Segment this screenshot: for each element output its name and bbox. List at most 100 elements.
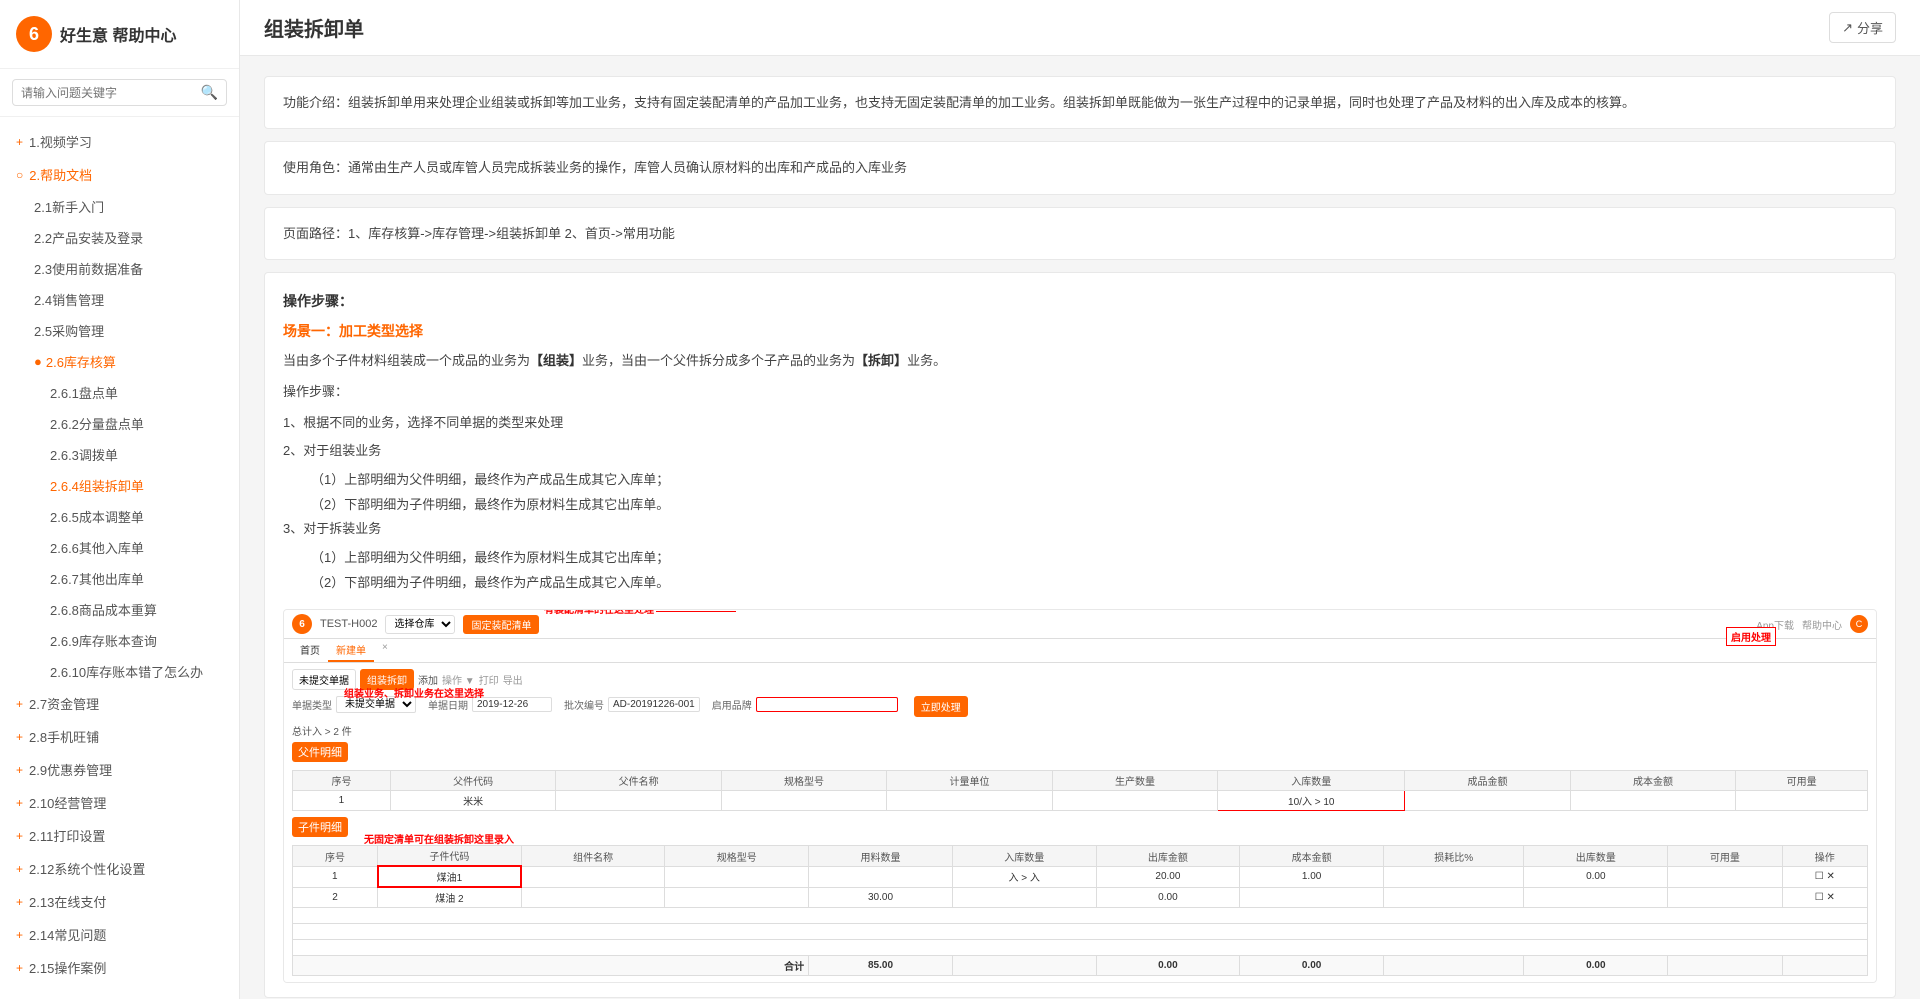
sidebar-item-docs-268[interactable]: 2.6.8商品成本重算	[0, 594, 239, 625]
sidebar-item-docs-262[interactable]: 2.6.2分量盘点单	[0, 408, 239, 439]
search-area: 🔍	[0, 69, 239, 117]
ops-title: 操作步骤：	[283, 291, 1877, 311]
step1: 1、根据不同的业务，选择不同单据的类型来处理	[283, 411, 1877, 436]
table-row	[293, 908, 1868, 924]
sim-tab-home[interactable]: 首页	[292, 639, 328, 662]
sim-body: 未提交单据 组装拆卸 添加 操作 ▼ 打印 导出 单据类型 未提交单据	[284, 663, 1876, 982]
intro-text: 功能介绍：组装拆卸单用来处理企业组装或拆卸等加工业务，支持有固定装配清单的产品加…	[283, 95, 1635, 110]
table-row: 2 煤油 2 30.00 0.00	[293, 887, 1868, 908]
sidebar-item-docs-22[interactable]: 2.2产品安装及登录	[0, 222, 239, 253]
sidebar-item-docs-213[interactable]: + 2.13在线支付	[0, 885, 239, 918]
annotation-assembly-type: 组装业务、拆卸业务在这里选择	[344, 685, 484, 700]
screenshot: 6 TEST-H002 选择仓库 固定装配清单 App下载 帮助中心 C 首页	[284, 610, 1876, 982]
step3-sub1: （1）上部明细为父件明细，最终作为原材料生成其它出库单；	[283, 546, 1877, 571]
intro-block: 功能介绍：组装拆卸单用来处理企业组装或拆卸等加工业务，支持有固定装配清单的产品加…	[264, 76, 1896, 129]
sim-tab-new[interactable]: 新建单	[328, 639, 374, 662]
sidebar-item-docs-269[interactable]: 2.6.9库存账本查询	[0, 625, 239, 656]
table-row	[293, 924, 1868, 940]
sim-action-btn[interactable]: 固定装配清单	[463, 615, 539, 634]
sim-section-label: 父件明细	[292, 742, 1868, 766]
step3-sub2: （2）下部明细为子件明细，最终作为产成品生成其它入库单。	[283, 571, 1877, 596]
scenario-title: 场景一：加工类型选择	[283, 321, 1877, 341]
step2-sub1: （1）上部明细为父件明细，最终作为产成品生成其它入库单；	[283, 468, 1877, 493]
sim-tab-close[interactable]: ×	[374, 639, 396, 662]
table-row: 1 米米 10/入 > 10	[293, 791, 1868, 811]
sidebar-item-docs-23[interactable]: 2.3使用前数据准备	[0, 253, 239, 284]
sidebar-item-docs-21[interactable]: 2.1新手入门	[0, 191, 239, 222]
search-input[interactable]	[21, 86, 201, 100]
sidebar-item-docs-210[interactable]: + 2.10经营管理	[0, 786, 239, 819]
screenshot-container: 6 TEST-H002 选择仓库 固定装配清单 App下载 帮助中心 C 首页	[283, 609, 1877, 983]
sidebar-item-docs-264[interactable]: 2.6.4组装拆卸单	[0, 470, 239, 501]
table-totals-row: 合计 85.00 0.00 0.00 0.00	[293, 956, 1868, 976]
sim-form-row: 单据类型 未提交单据 单据日期 2019-12-26 批次编号 AD-20191…	[292, 696, 1868, 717]
sim-section-sub: 子件明细	[292, 817, 348, 837]
sidebar-item-docs-267[interactable]: 2.6.7其他出库单	[0, 563, 239, 594]
sim-count: 总计入 > 2 件	[292, 723, 1868, 738]
path-block: 页面路径：1、库存核算->库存管理->组装拆卸单 2、首页->常用功能	[264, 207, 1896, 260]
scenario-desc: 当由多个子件材料组装成一个成品的业务为【组装】业务，当由一个父件拆分成多个子产品…	[283, 349, 1877, 374]
sidebar-item-docs-212[interactable]: + 2.12系统个性化设置	[0, 852, 239, 885]
share-button[interactable]: ↗ 分享	[1829, 12, 1896, 43]
sidebar-item-docs-266[interactable]: 2.6.6其他入库单	[0, 532, 239, 563]
sim-topbar: 6 TEST-H002 选择仓库 固定装配清单 App下载 帮助中心 C	[284, 610, 1876, 639]
logo-text: 好生意 帮助中心	[60, 22, 176, 46]
sidebar-item-docs-25[interactable]: 2.5采购管理	[0, 315, 239, 346]
sidebar-item-docs-24[interactable]: 2.4销售管理	[0, 284, 239, 315]
sidebar-item-docs-27[interactable]: + 2.7资金管理	[0, 687, 239, 720]
search-icon[interactable]: 🔍	[201, 84, 218, 101]
sim-select[interactable]: 选择仓库	[385, 615, 455, 634]
search-box: 🔍	[12, 79, 227, 106]
content-area: 功能介绍：组装拆卸单用来处理企业组装或拆卸等加工业务，支持有固定装配清单的产品加…	[240, 56, 1920, 999]
sim-section-label2: 子件明细	[292, 817, 1868, 841]
sim-input-batch: AD-20191226-001	[608, 697, 700, 712]
sim-input-date: 2019-12-26	[472, 697, 552, 712]
table-row	[293, 940, 1868, 956]
ops-subtitle: 操作步骤：	[283, 380, 1877, 405]
sim-table-child: 序号 子件代码 组件名称 规格型号 用料数量 入库数量 出库金额 成本金额 损耗…	[292, 845, 1868, 976]
sidebar-item-docs-214[interactable]: + 2.14常见问题	[0, 918, 239, 951]
sidebar-item-docs-265[interactable]: 2.6.5成本调整单	[0, 501, 239, 532]
sim-logo-icon: 6	[292, 614, 312, 634]
main-area: 组装拆卸单 ↗ 分享 功能介绍：组装拆卸单用来处理企业组装或拆卸等加工业务，支持…	[240, 0, 1920, 999]
sim-field-batch: 批次编号 AD-20191226-001	[564, 697, 700, 712]
sidebar-item-docs-26[interactable]: ● 2.6库存核算	[0, 346, 239, 377]
sim-avatar: C	[1850, 615, 1868, 633]
ops-section: 操作步骤： 场景一：加工类型选择 当由多个子件材料组装成一个成品的业务为【组装】…	[264, 272, 1896, 998]
sim-table-parent: 序号 父件代码 父件名称 规格型号 计量单位 生产数量 入库数量 成品金额 成本…	[292, 770, 1868, 811]
sim-toolbar-export: 导出	[503, 672, 523, 687]
sidebar-item-docs-2610[interactable]: 2.6.10库存账本错了怎么办	[0, 656, 239, 687]
nav-tree: + 1.视频学习 ○ 2.帮助文档 2.1新手入门 2.2产品安装及登录 2.3…	[0, 117, 239, 999]
step2-sub2: （2）下部明细为子件明细，最终作为原材料生成其它出库单。	[283, 493, 1877, 518]
sidebar-item-videos[interactable]: + 1.视频学习	[0, 125, 239, 158]
path-text: 页面路径：1、库存核算->库存管理->组装拆卸单 2、首页->常用功能	[283, 226, 675, 241]
logo-icon: 6	[16, 16, 52, 52]
sim-field-brand: 启用品牌	[712, 697, 898, 712]
logo-area: 6 好生意 帮助中心	[0, 0, 239, 69]
sim-section-assembly: 父件明细	[292, 742, 348, 762]
share-icon: ↗	[1842, 20, 1853, 36]
page-title: 组装拆卸单	[264, 13, 364, 42]
role-block: 使用角色：通常由生产人员或库管人员完成拆装业务的操作，库管人员确认原材料的出库和…	[264, 141, 1896, 194]
sim-help-link: 帮助中心	[1802, 617, 1842, 632]
sidebar-item-docs[interactable]: ○ 2.帮助文档	[0, 158, 239, 191]
sidebar-item-docs-215[interactable]: + 2.15操作案例	[0, 951, 239, 984]
annotation-no-fixed: 无固定清单可在组装拆卸这里录入	[364, 831, 514, 846]
top-bar: 组装拆卸单 ↗ 分享	[240, 0, 1920, 56]
sim-toolbar: 未提交单据 组装拆卸 添加 操作 ▼ 打印 导出	[292, 669, 1868, 690]
annotation-fixed-list: 有装配清单的在这里处理	[544, 609, 654, 616]
sidebar-item-docs-261[interactable]: 2.6.1盘点单	[0, 377, 239, 408]
sidebar-item-docs-211[interactable]: + 2.11打印设置	[0, 819, 239, 852]
collapse-sub-icon: ●	[34, 354, 42, 369]
sim-input-brand[interactable]	[756, 697, 898, 712]
sim-confirm-btn[interactable]: 立即处理	[914, 696, 968, 717]
table-row: 1 煤油1 入 > 入 20.00 1.00 0.00	[293, 866, 1868, 887]
sidebar-item-docs-29[interactable]: + 2.9优惠券管理	[0, 753, 239, 786]
step3: 3、对于拆装业务	[283, 517, 1877, 542]
step2: 2、对于组装业务	[283, 439, 1877, 464]
sidebar-item-docs-28[interactable]: + 2.8手机旺铺	[0, 720, 239, 753]
sim-company: TEST-H002	[320, 618, 377, 630]
sidebar-item-docs-263[interactable]: 2.6.3调拨单	[0, 439, 239, 470]
annotation-enable: 启用处理	[1726, 627, 1776, 646]
sidebar: 6 好生意 帮助中心 🔍 + 1.视频学习 ○ 2.帮助文档 2.1新手入门 2…	[0, 0, 240, 999]
